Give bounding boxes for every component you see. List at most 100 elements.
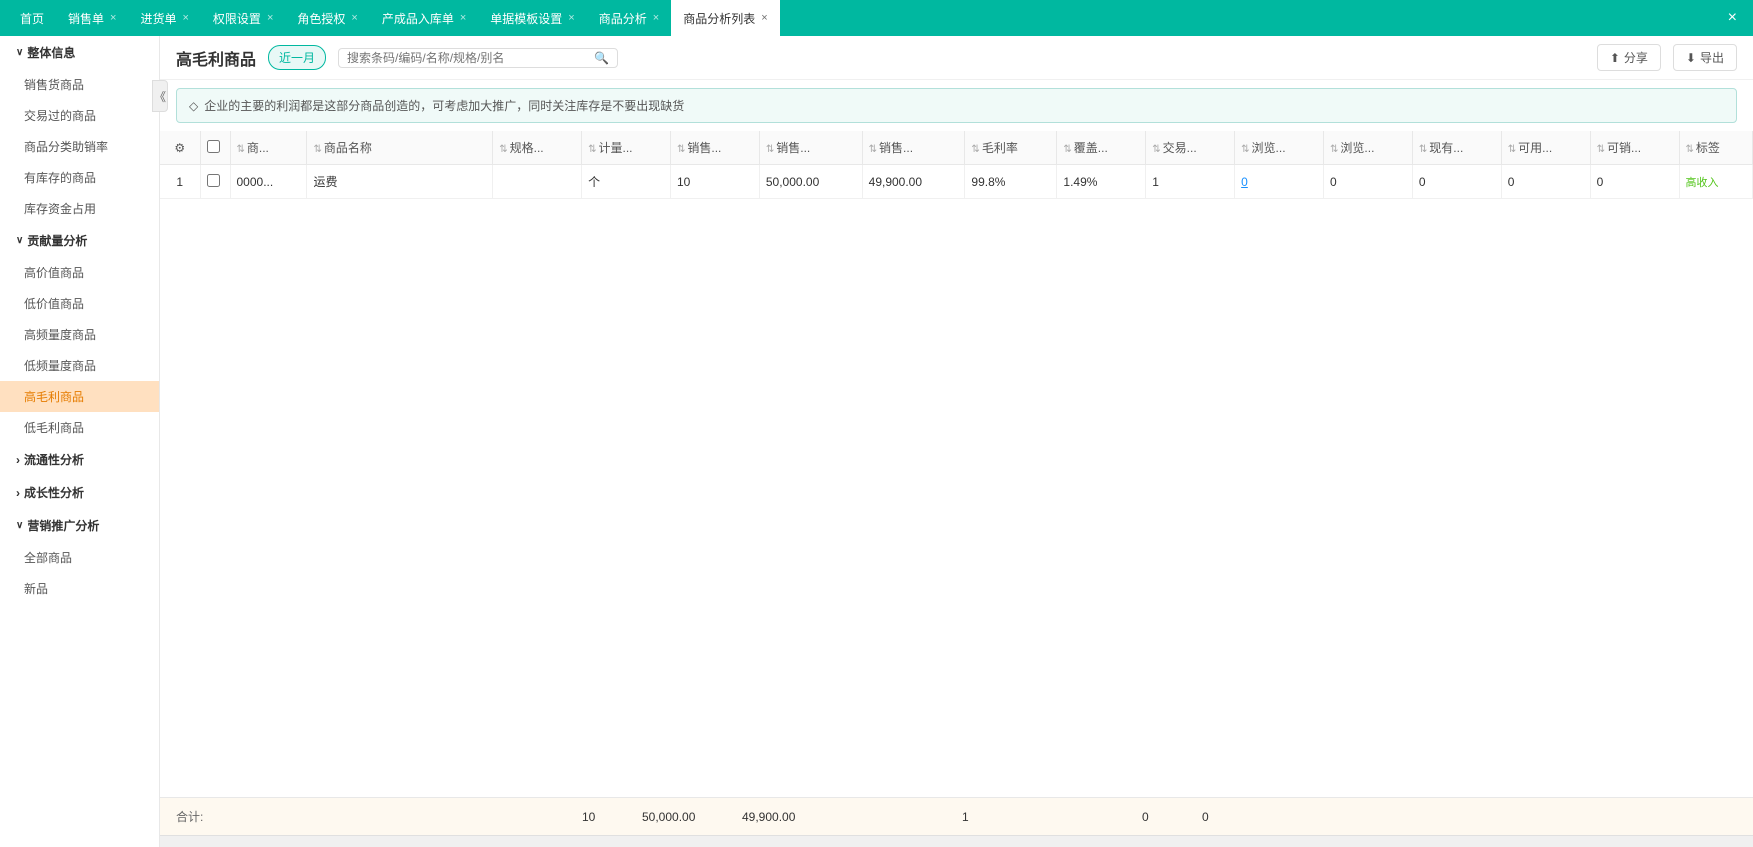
export-button[interactable]: ⬇ 导出	[1673, 44, 1737, 71]
section-label-overall: 整体信息	[27, 44, 75, 61]
sidebar-section-flow[interactable]: › 流通性分析	[0, 443, 159, 476]
cell-trade: 1	[1146, 165, 1235, 199]
sidebar-item-stocked-goods[interactable]: 有库存的商品	[0, 162, 159, 193]
chevron-down-icon: ∨	[16, 47, 23, 58]
info-text: 企业的主要的利润都是这部分商品创造的，可考虑加大推广，同时关注库存是不要出现缺货	[204, 97, 684, 114]
close-icon[interactable]: ×	[110, 12, 116, 24]
col-sales-cost[interactable]: ⇅销售...	[862, 131, 965, 165]
col-sales-qty[interactable]: ⇅销售...	[670, 131, 759, 165]
col-code[interactable]: ⇅商...	[230, 131, 307, 165]
nav-label-purchase: 进货单	[140, 10, 176, 27]
col-checkbox	[200, 131, 230, 165]
col-browse1[interactable]: ⇅浏览...	[1235, 131, 1324, 165]
table-header-row: ⚙ ⇅商... ⇅商品名称 ⇅规格... ⇅计量... ⇅销售... ⇅销售..…	[160, 131, 1753, 165]
nav-label-permissions: 权限设置	[213, 10, 261, 27]
sidebar-item-low-profit[interactable]: 低毛利商品	[0, 412, 159, 443]
sidebar-item-new-goods[interactable]: 新品	[0, 573, 159, 604]
sidebar-item-goods-assist-rate[interactable]: 商品分类助销率	[0, 131, 159, 162]
cell-available: 0	[1501, 165, 1590, 199]
page-title: 高毛利商品	[176, 46, 256, 70]
nav-label-product-inbound: 产成品入库单	[382, 10, 454, 27]
footer-sales-qty: 10	[576, 810, 636, 824]
col-spec[interactable]: ⇅规格...	[493, 131, 582, 165]
col-sellable[interactable]: ⇅可销...	[1590, 131, 1679, 165]
close-icon[interactable]: ×	[351, 12, 357, 24]
footer-values: 10 50,000.00 49,900.00 1 0 0	[236, 810, 1737, 824]
nav-item-permissions[interactable]: 权限设置 ×	[201, 0, 285, 36]
nav-label-goods-analysis-list: 商品分析列表	[683, 10, 755, 27]
nav-item-goods-analysis-list[interactable]: 商品分析列表 ×	[671, 0, 779, 36]
sort-icon: ⇅	[237, 144, 245, 155]
footer-available: 0	[1196, 810, 1256, 824]
sidebar-section-growth[interactable]: › 成长性分析	[0, 476, 159, 509]
col-gross-rate[interactable]: ⇅毛利率	[965, 131, 1057, 165]
sidebar-item-low-freq[interactable]: 低频量度商品	[0, 350, 159, 381]
sidebar-item-low-value[interactable]: 低价值商品	[0, 288, 159, 319]
sort-icon: ⇅	[869, 144, 877, 155]
col-tag[interactable]: ⇅标签	[1679, 131, 1752, 165]
col-name[interactable]: ⇅商品名称	[307, 131, 493, 165]
chevron-down-icon: ∨	[16, 235, 23, 246]
sidebar-item-traded-goods[interactable]: 交易过的商品	[0, 100, 159, 131]
window-close-button[interactable]: ×	[1720, 9, 1745, 27]
chevron-down-icon: ∨	[16, 520, 23, 531]
sidebar-item-stock-occupy[interactable]: 库存资金占用	[0, 193, 159, 224]
close-icon[interactable]: ×	[761, 12, 767, 24]
close-icon[interactable]: ×	[182, 12, 188, 24]
sidebar-section-marketing[interactable]: ∨ 营销推广分析	[0, 509, 159, 542]
sidebar-item-all-goods[interactable]: 全部商品	[0, 542, 159, 573]
row-checkbox[interactable]	[207, 174, 220, 187]
sort-icon: ⇅	[1063, 144, 1071, 155]
sort-icon: ⇅	[1419, 144, 1427, 155]
sidebar-item-high-value[interactable]: 高价值商品	[0, 257, 159, 288]
cell-browse1[interactable]: 0	[1235, 165, 1324, 199]
export-icon: ⬇	[1686, 51, 1696, 65]
table-container: ⚙ ⇅商... ⇅商品名称 ⇅规格... ⇅计量... ⇅销售... ⇅销售..…	[160, 131, 1753, 797]
bottom-scrollbar[interactable]	[160, 835, 1753, 847]
nav-item-roles[interactable]: 角色授权 ×	[285, 0, 369, 36]
nav-label-home: 首页	[20, 10, 44, 27]
search-icon[interactable]: 🔍	[594, 51, 609, 65]
cell-sales-qty: 10	[670, 165, 759, 199]
close-icon[interactable]: ×	[460, 12, 466, 24]
nav-item-home[interactable]: 首页	[8, 0, 56, 36]
nav-item-sales[interactable]: 销售单 ×	[56, 0, 128, 36]
col-unit[interactable]: ⇅计量...	[582, 131, 671, 165]
cell-index: 1	[160, 165, 200, 199]
col-settings[interactable]: ⚙	[160, 131, 200, 165]
col-available[interactable]: ⇅可用...	[1501, 131, 1590, 165]
sidebar-collapse-button[interactable]: 《	[152, 80, 168, 112]
col-current[interactable]: ⇅现有...	[1412, 131, 1501, 165]
nav-item-product-inbound[interactable]: 产成品入库单 ×	[370, 0, 478, 36]
col-sales-amount[interactable]: ⇅销售...	[759, 131, 862, 165]
nav-item-purchase[interactable]: 进货单 ×	[128, 0, 200, 36]
close-icon[interactable]: ×	[653, 12, 659, 24]
sidebar-item-high-profit[interactable]: 高毛利商品	[0, 381, 159, 412]
share-button[interactable]: ⬆ 分享	[1597, 44, 1661, 71]
nav-item-goods-analysis[interactable]: 商品分析 ×	[587, 0, 671, 36]
cell-name: 运费	[307, 165, 493, 199]
top-navigation: 首页 销售单 × 进货单 × 权限设置 × 角色授权 × 产成品入库单 × 单据…	[0, 0, 1753, 36]
col-trade[interactable]: ⇅交易...	[1146, 131, 1235, 165]
sidebar-item-high-freq[interactable]: 高频量度商品	[0, 319, 159, 350]
select-all-checkbox[interactable]	[207, 140, 220, 153]
col-browse2[interactable]: ⇅浏览...	[1324, 131, 1413, 165]
sidebar-section-asset[interactable]: ∨ 贡献量分析	[0, 224, 159, 257]
sidebar-section-overall[interactable]: ∨ 整体信息	[0, 36, 159, 69]
nav-item-template-settings[interactable]: 单据模板设置 ×	[478, 0, 586, 36]
sort-icon: ⇅	[1686, 144, 1694, 155]
cell-checkbox[interactable]	[200, 165, 230, 199]
date-filter-recent-month[interactable]: 近一月	[268, 45, 326, 70]
sidebar-item-sales-goods[interactable]: 销售货商品	[0, 69, 159, 100]
cell-unit: 个	[582, 165, 671, 199]
section-label-asset: 贡献量分析	[27, 232, 87, 249]
section-label-flow: 流通性分析	[24, 451, 84, 468]
sort-icon: ⇅	[1597, 144, 1605, 155]
close-icon[interactable]: ×	[267, 12, 273, 24]
search-input[interactable]	[347, 51, 594, 65]
section-label-growth: 成长性分析	[24, 484, 84, 501]
goods-table: ⚙ ⇅商... ⇅商品名称 ⇅规格... ⇅计量... ⇅销售... ⇅销售..…	[160, 131, 1753, 199]
col-cover[interactable]: ⇅覆盖...	[1057, 131, 1146, 165]
close-icon[interactable]: ×	[568, 12, 574, 24]
nav-label-sales: 销售单	[68, 10, 104, 27]
